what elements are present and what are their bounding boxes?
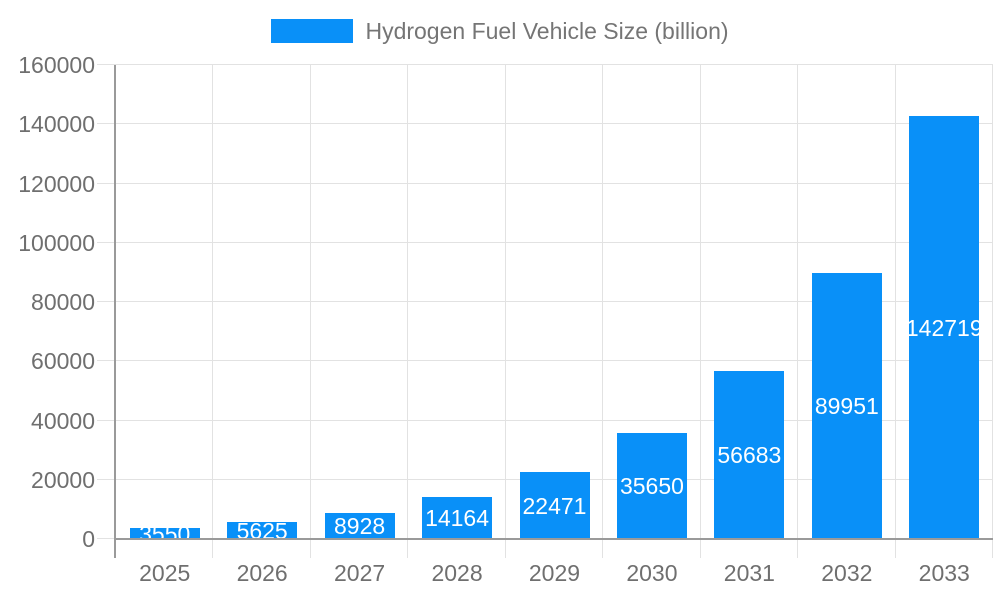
hydrogen-fuel-vehicle-bar-chart: Hydrogen Fuel Vehicle Size (billion) 020… [0, 0, 1000, 600]
x-tick-label: 2032 [798, 560, 895, 586]
legend-label: Hydrogen Fuel Vehicle Size (billion) [365, 17, 728, 45]
bar-value-label: 89951 [772, 392, 922, 420]
x-axis-line [114, 538, 993, 540]
bar-value-label: 142719 [869, 314, 1000, 342]
x-tick-label: 2028 [408, 560, 505, 586]
x-tick-label: 2027 [311, 560, 408, 586]
bar-value-label: 56683 [674, 441, 824, 469]
x-tick-label: 2025 [116, 560, 213, 586]
x-tick-label: 2030 [603, 560, 700, 586]
x-tick-label: 2031 [701, 560, 798, 586]
chart-legend[interactable]: Hydrogen Fuel Vehicle Size (billion) [0, 17, 1000, 45]
legend-swatch [271, 19, 353, 43]
plot-area: 3550562589281416422471356505668389951142… [0, 65, 1000, 539]
x-tick-label: 2026 [213, 560, 310, 586]
bar-value-label: 35650 [577, 472, 727, 500]
x-tick-label: 2029 [506, 560, 603, 586]
x-tick-label: 2033 [896, 560, 993, 586]
